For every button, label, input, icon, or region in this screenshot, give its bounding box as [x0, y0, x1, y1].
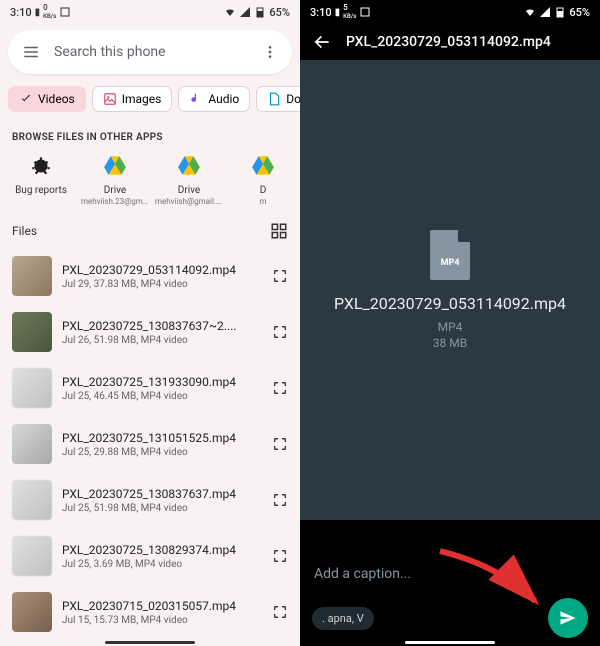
chip-label: Images: [122, 92, 162, 106]
file-meta: Jul 25, 3.69 MB, MP4 video: [62, 559, 262, 570]
preview-filename: PXL_20230729_053114092.mp4: [318, 294, 582, 315]
file-name: PXL_20230729_053114092.mp4: [62, 263, 262, 277]
status-left: 3:10 ▮ 0KB/s: [10, 4, 71, 20]
files-title: Files: [12, 224, 37, 238]
file-name: PXL_20230725_130829374.mp4: [62, 543, 262, 557]
file-type-icon: MP4: [430, 230, 470, 280]
image-icon: [103, 92, 117, 106]
bug-icon: [28, 153, 54, 179]
filter-chip-audio[interactable]: Audio: [178, 86, 250, 112]
more-icon[interactable]: [262, 44, 278, 60]
file-meta: Jul 25, 46.45 MB, MP4 video: [62, 391, 262, 402]
send-button[interactable]: [548, 598, 588, 638]
battery-percent: 65%: [269, 6, 290, 19]
app-name: Drive: [178, 185, 200, 197]
apps-row: Bug reportsDrivemehviish.23@gma...Drivem…: [0, 153, 300, 206]
file-meta: Jul 29, 37.83 MB, MP4 video: [62, 279, 262, 290]
status-bar: 3:10 ▮ 0KB/s 65%: [0, 0, 300, 24]
file-row[interactable]: PXL_20230725_130837637~2.... Jul 26, 51.9…: [0, 304, 300, 360]
file-thumbnail: [12, 592, 52, 632]
preview-header: PXL_20230729_053114092.mp4: [300, 24, 600, 60]
file-thumbnail: [12, 480, 52, 520]
file-thumbnail: [12, 424, 52, 464]
file-name: PXL_20230725_130837637.mp4: [62, 487, 262, 501]
file-meta: Jul 25, 51.98 MB, MP4 video: [62, 503, 262, 514]
file-meta: Jul 15, 15.73 MB, MP4 video: [62, 615, 262, 626]
nav-indicator: [405, 641, 495, 644]
app-name: D: [260, 185, 267, 197]
file-thumbnail: [12, 536, 52, 576]
expand-icon[interactable]: [272, 604, 288, 620]
drive-icon: [250, 153, 276, 179]
chip-label: Doc: [286, 92, 300, 106]
expand-icon[interactable]: [272, 268, 288, 284]
file-row[interactable]: PXL_20230725_130837637.mp4 Jul 25, 51.98 …: [0, 472, 300, 528]
audio-icon: [189, 92, 203, 106]
clock: 3:10: [10, 6, 32, 19]
file-name: PXL_20230725_131933090.mp4: [62, 375, 262, 389]
app-subtitle: mehviish@gmail.c...: [155, 197, 223, 206]
expand-icon[interactable]: [272, 436, 288, 452]
file-meta: Jul 25, 29.88 MB, MP4 video: [62, 447, 262, 458]
file-row[interactable]: PXL_20230725_130829374.mp4 Jul 25, 3.69 M…: [0, 528, 300, 584]
expand-icon[interactable]: [272, 492, 288, 508]
file-thumbnail: [12, 368, 52, 408]
app-name: Bug reports: [15, 185, 67, 197]
back-icon[interactable]: [312, 32, 332, 52]
browse-apps-label: BROWSE FILES IN OTHER APPS: [0, 118, 300, 153]
expand-icon[interactable]: [272, 324, 288, 340]
file-list: PXL_20230729_053114092.mp4 Jul 29, 37.83 …: [0, 248, 300, 640]
preview-size: 38 MB: [433, 336, 467, 350]
doc-icon: [267, 92, 281, 106]
chip-label: Audio: [208, 92, 239, 106]
file-thumbnail: [12, 312, 52, 352]
filter-chip-images[interactable]: Images: [92, 86, 173, 112]
signal-icon: [239, 6, 251, 18]
file-name: PXL_20230715_020315057.mp4: [62, 599, 262, 613]
file-row[interactable]: PXL_20230729_053114092.mp4 Jul 29, 37.83 …: [0, 248, 300, 304]
preview-area: MP4 PXL_20230729_053114092.mp4 MP4 38 MB: [300, 60, 600, 520]
app-item[interactable]: Drivemehviish.23@gma...: [78, 153, 152, 206]
filter-chip-doc[interactable]: Doc: [256, 86, 300, 112]
send-preview-screen: 3:10 ▮ 5KB/s 65% PXL_20230729_053114092.…: [300, 0, 600, 646]
preview-title: PXL_20230729_053114092.mp4: [346, 34, 551, 50]
caption-placeholder: Add a caption...: [314, 566, 411, 582]
filter-chip-videos[interactable]: Videos: [8, 86, 86, 112]
wifi-icon: [224, 6, 236, 18]
app-subtitle: m: [259, 197, 266, 206]
status-bar: 3:10 ▮ 5KB/s 65%: [300, 0, 600, 24]
expand-icon[interactable]: [272, 548, 288, 564]
filter-chips: Videos Images Audio Doc: [0, 80, 300, 118]
file-row[interactable]: PXL_20230725_131933090.mp4 Jul 25, 46.45 …: [0, 360, 300, 416]
expand-icon[interactable]: [272, 380, 288, 396]
caption-bar[interactable]: Add a caption...: [300, 553, 600, 592]
view-grid-icon[interactable]: [270, 222, 288, 240]
search-placeholder: Search this phone: [54, 44, 262, 60]
nav-indicator: [105, 641, 195, 644]
file-thumbnail: [12, 256, 52, 296]
chip-label: Videos: [38, 92, 75, 106]
app-subtitle: mehviish.23@gma...: [81, 197, 149, 206]
app-item[interactable]: Dm: [226, 153, 300, 206]
file-picker-screen: 3:10 ▮ 0KB/s 65% Search this phone Video…: [0, 0, 300, 646]
search-bar[interactable]: Search this phone: [8, 30, 292, 74]
app-name: Drive: [104, 185, 126, 197]
app-item[interactable]: Drivemehviish@gmail.c...: [152, 153, 226, 206]
file-row[interactable]: PXL_20230715_020315057.mp4 Jul 15, 15.73 …: [0, 584, 300, 640]
hamburger-icon[interactable]: [22, 43, 40, 61]
file-meta: Jul 26, 51.98 MB, MP4 video: [62, 335, 262, 346]
recipient-chip[interactable]: . apna, V: [312, 607, 374, 630]
file-name: PXL_20230725_131051525.mp4: [62, 431, 262, 445]
file-name: PXL_20230725_130837637~2....: [62, 319, 262, 333]
drive-icon: [102, 153, 128, 179]
app-item[interactable]: Bug reports: [4, 153, 78, 206]
drive-icon: [176, 153, 202, 179]
preview-type: MP4: [438, 320, 463, 334]
battery-icon: [254, 6, 266, 18]
file-row[interactable]: PXL_20230725_131051525.mp4 Jul 25, 29.88 …: [0, 416, 300, 472]
status-right: 65%: [224, 6, 290, 19]
check-icon: [19, 92, 33, 106]
